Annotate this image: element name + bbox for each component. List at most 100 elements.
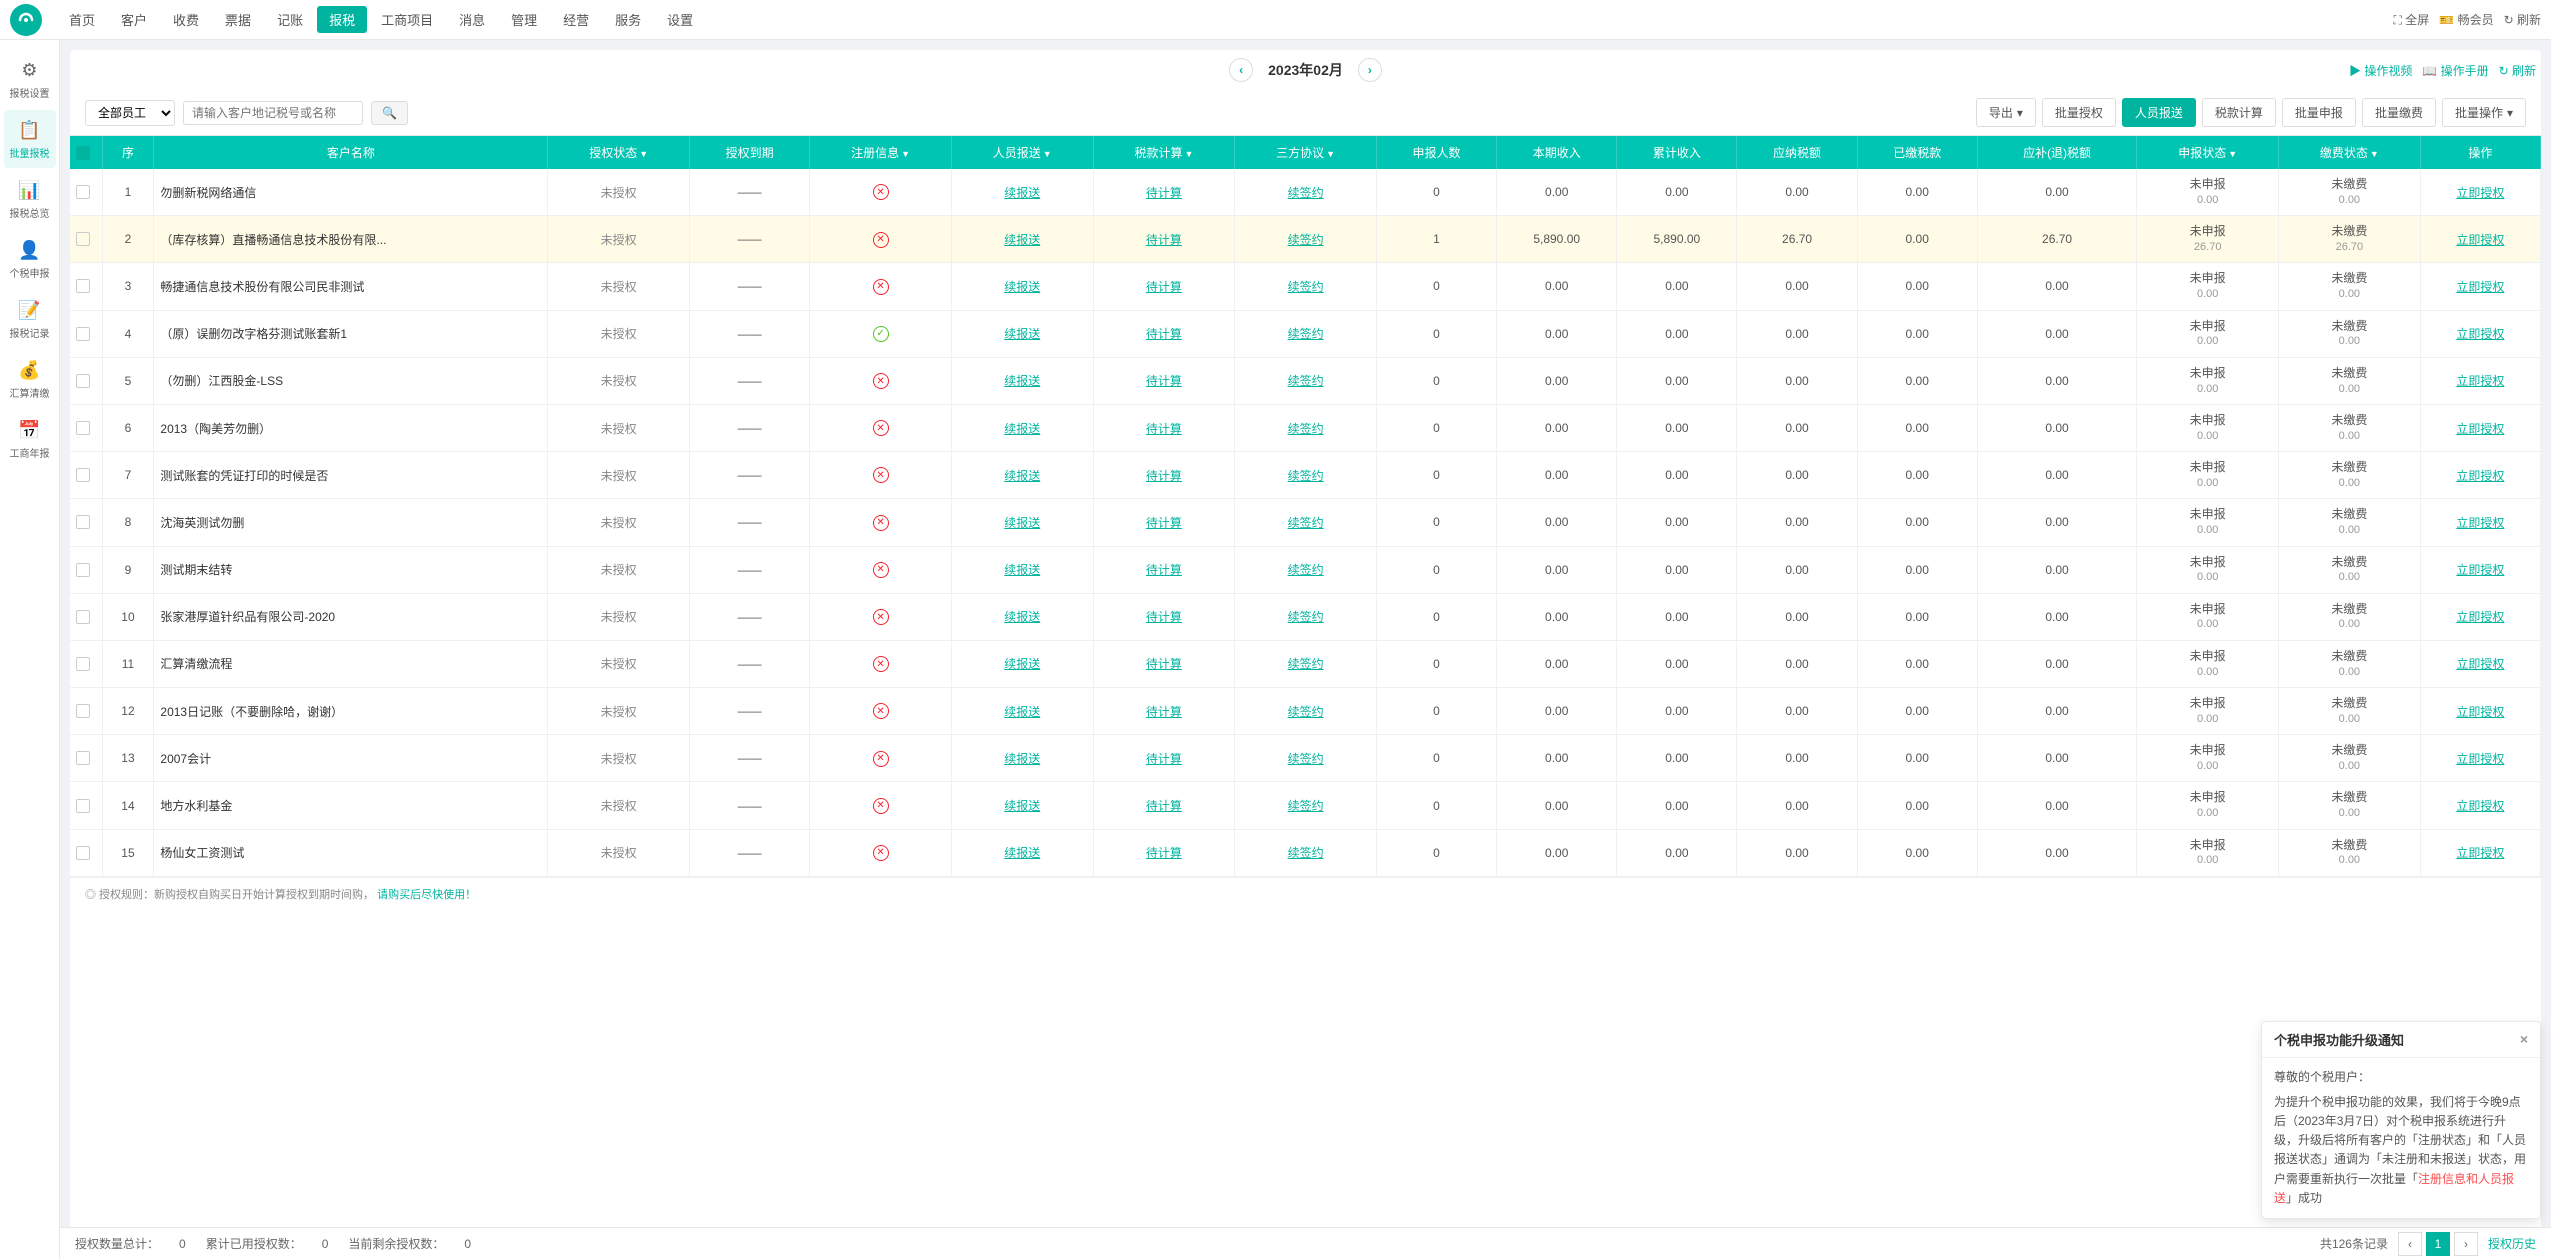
row-tax-calc[interactable]: 待计算 (1093, 829, 1235, 876)
row-checkbox-12[interactable] (76, 751, 90, 765)
nav-billing[interactable]: 收费 (161, 6, 211, 33)
tax-calc-button[interactable]: 税款计算 (2202, 98, 2276, 127)
row-triparty[interactable]: 续签约 (1235, 310, 1377, 357)
col-tax-paid[interactable]: 已缴税款 (1857, 136, 1977, 169)
row-report-link[interactable]: 续报送 (951, 735, 1093, 782)
row-action[interactable]: 立即授权 (2420, 169, 2540, 216)
col-tax-refund[interactable]: 应补(退)税额 (1977, 136, 2137, 169)
row-report-link[interactable]: 续报送 (951, 829, 1093, 876)
row-report-link[interactable]: 续报送 (951, 169, 1093, 216)
row-tax-calc[interactable]: 待计算 (1093, 499, 1235, 546)
row-checkbox-10[interactable] (76, 657, 90, 671)
sidebar-item-personal-tax[interactable]: 👤 个税申报 (4, 230, 56, 288)
sidebar-item-tax-settings[interactable]: ⚙ 报税设置 (4, 50, 56, 108)
row-checkbox-14[interactable] (76, 846, 90, 860)
row-triparty[interactable]: 续签约 (1235, 782, 1377, 829)
personal-report-button[interactable]: 人员报送 (2122, 98, 2196, 127)
row-triparty[interactable]: 续签约 (1235, 357, 1377, 404)
notification-close-btn[interactable]: × (2520, 1031, 2528, 1047)
nav-message[interactable]: 消息 (447, 6, 497, 33)
operation-manual-link[interactable]: 📖 操作手册 (2422, 62, 2488, 79)
row-checkbox-8[interactable] (76, 563, 90, 577)
next-month-btn[interactable]: › (1358, 58, 1382, 82)
row-tax-calc[interactable]: 待计算 (1093, 357, 1235, 404)
row-triparty[interactable]: 续签约 (1235, 688, 1377, 735)
col-reg-info[interactable]: 注册信息▼ (810, 136, 952, 169)
nav-management[interactable]: 管理 (499, 6, 549, 33)
sidebar-item-annual-report[interactable]: 📅 工商年报 (4, 410, 56, 468)
row-triparty[interactable]: 续签约 (1235, 169, 1377, 216)
row-checkbox-6[interactable] (76, 468, 90, 482)
row-report-link[interactable]: 续报送 (951, 310, 1093, 357)
row-triparty[interactable]: 续签约 (1235, 546, 1377, 593)
row-checkbox-2[interactable] (76, 279, 90, 293)
row-tax-calc[interactable]: 待计算 (1093, 593, 1235, 640)
nav-customer[interactable]: 客户 (109, 6, 159, 33)
col-auth-status[interactable]: 授权状态▼ (548, 136, 690, 169)
col-report-status[interactable]: 申报状态▼ (2137, 136, 2279, 169)
col-tax-due[interactable]: 应纳税额 (1737, 136, 1857, 169)
employee-filter[interactable]: 全部员工 (85, 100, 175, 126)
col-report[interactable]: 人员报送▼ (951, 136, 1093, 169)
page-1-btn[interactable]: 1 (2426, 1232, 2450, 1256)
batch-auth-button[interactable]: 批量授权 (2042, 98, 2116, 127)
search-input[interactable] (183, 101, 363, 125)
prev-month-btn[interactable]: ‹ (1229, 58, 1253, 82)
row-report-link[interactable]: 续报送 (951, 688, 1093, 735)
select-all-checkbox[interactable] (76, 146, 90, 160)
row-action[interactable]: 立即授权 (2420, 404, 2540, 451)
sidebar-item-batch-tax[interactable]: 📋 批量报税 (4, 110, 56, 168)
refresh-page-link[interactable]: ↻ 刷新 (2499, 62, 2536, 79)
row-action[interactable]: 立即授权 (2420, 263, 2540, 310)
row-triparty[interactable]: 续签约 (1235, 263, 1377, 310)
row-triparty[interactable]: 续签约 (1235, 452, 1377, 499)
row-report-link[interactable]: 续报送 (951, 404, 1093, 451)
col-app-count[interactable]: 申报人数 (1376, 136, 1496, 169)
row-report-link[interactable]: 续报送 (951, 263, 1093, 310)
row-triparty[interactable]: 续签约 (1235, 640, 1377, 687)
nav-home[interactable]: 首页 (57, 6, 107, 33)
operation-video-link[interactable]: ▶ 操作视频 (2349, 62, 2412, 79)
row-checkbox-5[interactable] (76, 421, 90, 435)
col-customer-name[interactable]: 客户名称 (154, 136, 548, 169)
row-tax-calc[interactable]: 待计算 (1093, 782, 1235, 829)
export-button[interactable]: 导出 ▾ (1976, 98, 2036, 127)
row-triparty[interactable]: 续签约 (1235, 216, 1377, 263)
search-button[interactable]: 🔍 (371, 101, 408, 125)
col-triparty[interactable]: 三方协议▼ (1235, 136, 1377, 169)
row-checkbox-13[interactable] (76, 799, 90, 813)
nav-settings[interactable]: 设置 (655, 6, 705, 33)
row-action[interactable]: 立即授权 (2420, 593, 2540, 640)
sidebar-item-tax-records[interactable]: 📝 报税记录 (4, 290, 56, 348)
col-pay-status[interactable]: 缴费状态▼ (2279, 136, 2421, 169)
row-action[interactable]: 立即授权 (2420, 640, 2540, 687)
batch-pay-button[interactable]: 批量缴费 (2362, 98, 2436, 127)
row-tax-calc[interactable]: 待计算 (1093, 263, 1235, 310)
row-checkbox-11[interactable] (76, 704, 90, 718)
nav-bookkeeping[interactable]: 记账 (265, 6, 315, 33)
nav-service[interactable]: 服务 (603, 6, 653, 33)
row-tax-calc[interactable]: 待计算 (1093, 452, 1235, 499)
sidebar-item-settlement[interactable]: 💰 汇算清缴 (4, 350, 56, 408)
row-checkbox-3[interactable] (76, 327, 90, 341)
row-action[interactable]: 立即授权 (2420, 216, 2540, 263)
row-report-link[interactable]: 续报送 (951, 216, 1093, 263)
row-tax-calc[interactable]: 待计算 (1093, 640, 1235, 687)
row-triparty[interactable]: 续签约 (1235, 593, 1377, 640)
row-checkbox-7[interactable] (76, 515, 90, 529)
prev-page-btn[interactable]: ‹ (2398, 1232, 2422, 1256)
row-report-link[interactable]: 续报送 (951, 640, 1093, 687)
row-tax-calc[interactable]: 待计算 (1093, 546, 1235, 593)
row-tax-calc[interactable]: 待计算 (1093, 169, 1235, 216)
row-action[interactable]: 立即授权 (2420, 452, 2540, 499)
row-action[interactable]: 立即授权 (2420, 499, 2540, 546)
nav-tax[interactable]: 报税 (317, 6, 367, 33)
row-report-link[interactable]: 续报送 (951, 593, 1093, 640)
batch-report-button[interactable]: 批量申报 (2282, 98, 2356, 127)
col-current-income[interactable]: 本期收入 (1497, 136, 1617, 169)
row-report-link[interactable]: 续报送 (951, 782, 1093, 829)
batch-ops-button[interactable]: 批量操作 ▾ (2442, 98, 2526, 127)
row-action[interactable]: 立即授权 (2420, 688, 2540, 735)
row-triparty[interactable]: 续签约 (1235, 735, 1377, 782)
row-tax-calc[interactable]: 待计算 (1093, 310, 1235, 357)
